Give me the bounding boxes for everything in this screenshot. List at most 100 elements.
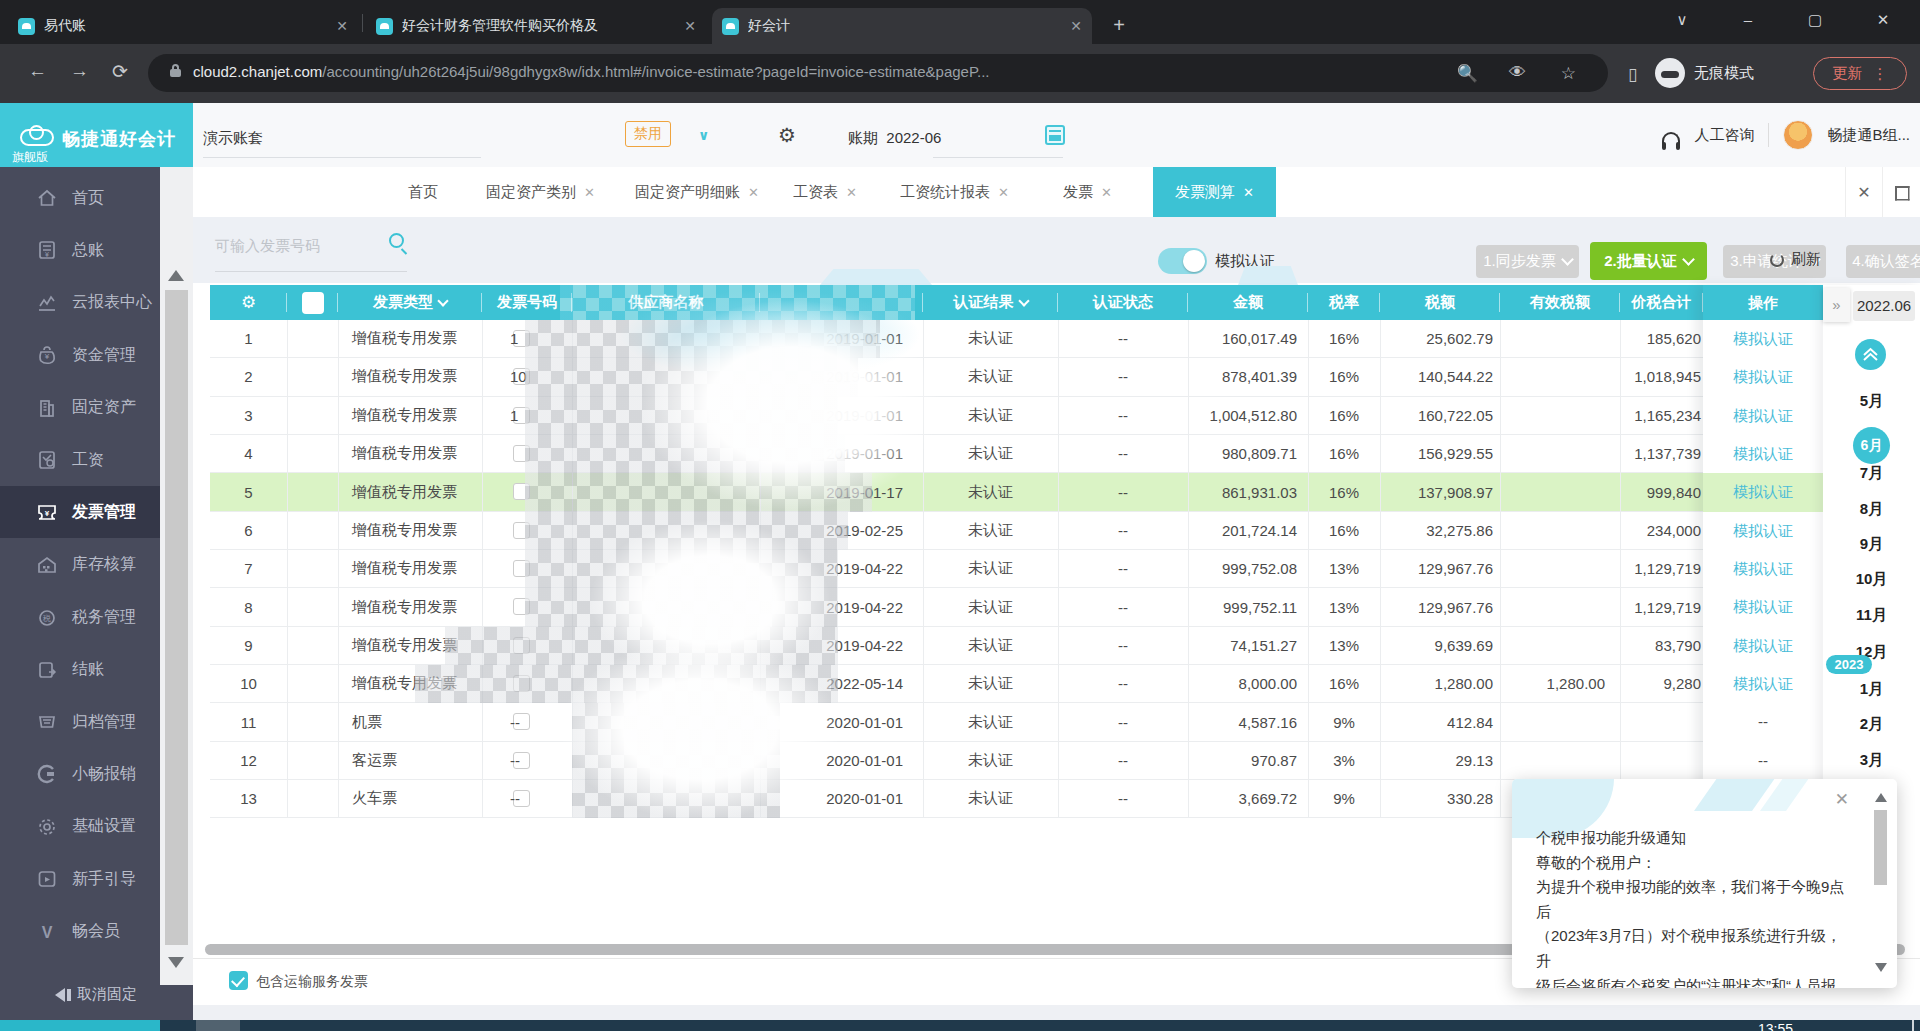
unpin-button[interactable]: 取消固定 xyxy=(48,985,137,1004)
toolbar-button-1[interactable]: 1.同步发票 xyxy=(1476,245,1579,278)
url-box[interactable]: cloud2.chanjet.com/accounting/uh26t264j5… xyxy=(148,54,1608,92)
sidebar-item-7[interactable]: ¥发票管理 xyxy=(0,486,160,538)
simulate-toggle[interactable] xyxy=(1158,248,1207,274)
window-maximize-button[interactable]: ▢ xyxy=(1789,0,1841,40)
tab-close-icon[interactable]: ✕ xyxy=(584,185,595,200)
page-tab[interactable]: 发票测算✕ xyxy=(1153,167,1276,217)
user-name[interactable]: 畅捷通B组... xyxy=(1827,126,1910,145)
notice-scrollbar[interactable] xyxy=(1873,784,1889,982)
support-link[interactable]: 人工咨询 xyxy=(1694,126,1754,145)
bookmark-star-icon[interactable]: ☆ xyxy=(1561,63,1576,84)
table-row[interactable]: 3增值税专用发票12019-01-01未认证--1,004,512.8016%1… xyxy=(210,397,1823,435)
month-item[interactable]: 8月 xyxy=(1823,500,1920,519)
table-row[interactable]: 8增值税专用发票2019-04-22未认证--999,752.1113%129,… xyxy=(210,588,1823,626)
simulate-auth-link[interactable]: 模拟认证 xyxy=(1703,358,1823,396)
tab-close-icon[interactable]: ✕ xyxy=(998,185,1009,200)
simulate-auth-link[interactable]: 模拟认证 xyxy=(1703,397,1823,435)
month-item[interactable]: 5月 xyxy=(1823,392,1920,411)
table-row[interactable]: 1增值税专用发票12019-01-01未认证--160,017.4916%25,… xyxy=(210,320,1823,358)
browser-tab[interactable]: 易代账✕ xyxy=(8,8,358,44)
chevron-down-icon[interactable] xyxy=(437,295,448,306)
simulate-auth-link[interactable]: 模拟认证 xyxy=(1703,320,1823,358)
sidebar-item-6[interactable]: 工资 xyxy=(0,434,160,486)
tab-close-icon[interactable]: ✕ xyxy=(1070,18,1082,34)
scroll-months-up-button[interactable] xyxy=(1855,339,1886,370)
simulate-auth-link[interactable]: 模拟认证 xyxy=(1703,435,1823,473)
sidebar-item-1[interactable]: 首页 xyxy=(0,172,160,224)
table-row[interactable]: 2增值税专用发票102019-01-01未认证--878,401.3916%14… xyxy=(210,358,1823,396)
tab-close-icon[interactable]: ✕ xyxy=(846,185,857,200)
table-row[interactable]: 6增值税专用发票2019-02-25未认证--201,724.1416%32,2… xyxy=(210,512,1823,550)
browser-tab[interactable]: 好会计✕ xyxy=(712,8,1092,44)
sidebar-item-13[interactable]: 基础设置 xyxy=(0,801,160,853)
notice-scroll-down-icon[interactable] xyxy=(1875,963,1887,978)
calendar-icon[interactable] xyxy=(1045,125,1065,145)
sidebar-item-8[interactable]: 库存核算 xyxy=(0,539,160,591)
simulate-auth-link[interactable]: 模拟认证 xyxy=(1703,665,1823,703)
taskbar-app-highlight[interactable] xyxy=(0,1020,160,1031)
sidebar-item-10[interactable]: 结账 xyxy=(0,644,160,696)
refresh-button[interactable]: 刷新 xyxy=(1770,250,1821,269)
notice-scroll-thumb[interactable] xyxy=(1874,810,1887,885)
page-tab[interactable]: 固定资产明细账✕ xyxy=(635,167,759,217)
sidebar-item-11[interactable]: 归档管理 xyxy=(0,696,160,748)
scroll-up-icon[interactable] xyxy=(168,262,184,281)
sidebar-item-15[interactable]: V畅会员 xyxy=(0,906,160,958)
simulate-auth-link[interactable]: 模拟认证 xyxy=(1703,512,1823,550)
month-item[interactable]: 7月 xyxy=(1823,464,1920,483)
simulate-auth-link[interactable]: 模拟认证 xyxy=(1703,550,1823,588)
window-close-button[interactable]: ✕ xyxy=(1857,0,1909,40)
sidebar-item-3[interactable]: 云报表中心 xyxy=(0,277,160,329)
table-row[interactable]: 12客运票--2020-01-01未认证--970.873%29.13 xyxy=(210,742,1823,780)
table-row[interactable]: 7增值税专用发票2019-04-22未认证--999,752.0813%129,… xyxy=(210,550,1823,588)
month-item[interactable]: 3月 xyxy=(1823,751,1920,770)
side-panel-icon[interactable]: ▯ xyxy=(1628,64,1637,85)
update-button[interactable]: 更新⋮ xyxy=(1813,57,1907,90)
browser-tab[interactable]: 好会计财务管理软件购买价格及✕ xyxy=(366,8,706,44)
panel-period[interactable]: 2022.06 xyxy=(1853,291,1915,321)
taskbar-item[interactable] xyxy=(196,1020,240,1031)
tab-close-icon[interactable]: ✕ xyxy=(336,18,348,34)
toolbar-button-4[interactable]: 4.确认签名 xyxy=(1846,245,1920,278)
select-all-checkbox[interactable] xyxy=(287,285,338,320)
invoice-search-input[interactable]: 可输入发票号码 xyxy=(215,237,320,256)
search-icon[interactable] xyxy=(389,233,411,255)
notice-scroll-up-icon[interactable] xyxy=(1875,787,1887,802)
table-row[interactable]: 11机票--2020-01-01未认证--4,587.169%412.84 xyxy=(210,703,1823,741)
sidebar-item-14[interactable]: 新手引导 xyxy=(0,853,160,905)
table-row[interactable]: 4增值税专用发票2019-01-01未认证--980,809.7116%156,… xyxy=(210,435,1823,473)
month-item[interactable]: 10月 xyxy=(1823,570,1920,589)
back-icon[interactable]: ← xyxy=(28,60,47,82)
window-minimize-button[interactable]: – xyxy=(1722,0,1774,40)
table-row[interactable]: 5增值税专用发票2019-01-17未认证--861,931.0316%137,… xyxy=(210,473,1823,511)
page-tab[interactable]: 固定资产类别✕ xyxy=(486,167,595,217)
panel-collapse-handle[interactable]: » xyxy=(1823,288,1850,322)
account-name[interactable]: 演示账套 xyxy=(203,129,263,148)
tab-close-icon[interactable]: ✕ xyxy=(748,185,759,200)
page-tab[interactable]: 工资表✕ xyxy=(793,167,857,217)
os-taskbar[interactable]: 13:55 xyxy=(0,1020,1920,1031)
month-item[interactable]: 2月 xyxy=(1823,715,1920,734)
sidebar-item-9[interactable]: 税税务管理 xyxy=(0,591,160,643)
page-tab[interactable]: 发票✕ xyxy=(1063,167,1112,217)
transport-invoice-checkbox[interactable] xyxy=(229,971,248,990)
scroll-down-icon[interactable] xyxy=(168,957,184,976)
sidebar-item-5[interactable]: 固定资产 xyxy=(0,382,160,434)
month-item[interactable]: 11月 xyxy=(1823,606,1920,625)
new-tab-button[interactable]: + xyxy=(1105,12,1133,40)
tab-close-icon[interactable]: ✕ xyxy=(684,18,696,34)
sidebar-item-2[interactable]: ¥总账 xyxy=(0,224,160,276)
simulate-auth-link[interactable]: 模拟认证 xyxy=(1703,627,1823,665)
chevron-down-icon[interactable] xyxy=(1018,295,1029,306)
sidebar-scrollbar[interactable] xyxy=(160,167,193,985)
tab-close-icon[interactable]: ✕ xyxy=(1101,185,1112,200)
month-item[interactable]: 1月 xyxy=(1823,680,1920,699)
page-tab[interactable]: 首页 xyxy=(408,167,438,217)
disabled-dropdown-icon[interactable]: ∨ xyxy=(698,127,709,143)
browser-profile-button[interactable]: ∨ xyxy=(1656,0,1708,40)
page-tab[interactable]: 工资统计报表✕ xyxy=(900,167,1009,217)
toolbar-button-2[interactable]: 2.批量认证 xyxy=(1590,242,1707,280)
settings-gear-icon[interactable]: ⚙ xyxy=(778,123,796,147)
tab-close-icon[interactable]: ✕ xyxy=(1243,185,1254,200)
sidebar-item-4[interactable]: ¥资金管理 xyxy=(0,329,160,381)
